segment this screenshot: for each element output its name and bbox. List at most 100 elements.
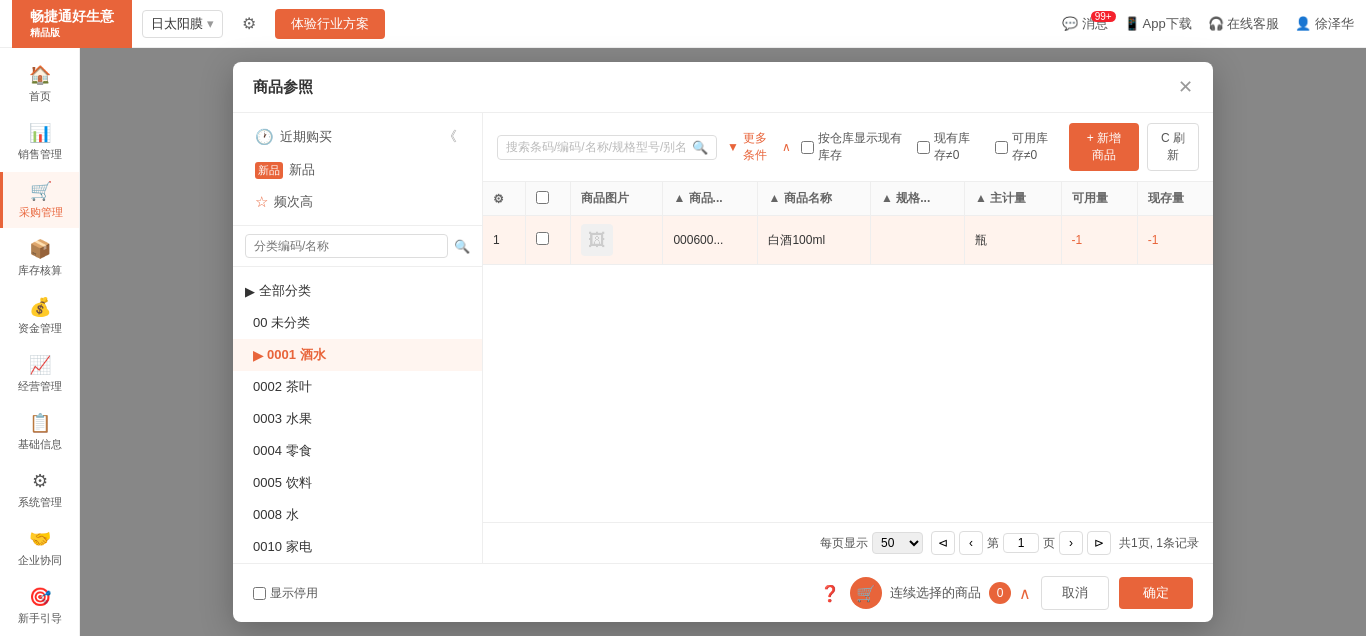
- collapse-icon[interactable]: 《: [440, 127, 460, 147]
- liquor-arrow-icon: ▶: [253, 348, 263, 363]
- category-item-appliance[interactable]: 0010 家电: [233, 531, 482, 563]
- inventory-icon: 📦: [29, 238, 51, 260]
- sidebar-item-inventory[interactable]: 📦 库存核算: [0, 230, 79, 286]
- system-icon: ⚙: [32, 470, 48, 492]
- help-icon[interactable]: ❓: [820, 584, 840, 603]
- home-icon: 🏠: [29, 64, 51, 86]
- more-filters-btn[interactable]: ▼ 更多条件 ∧: [727, 130, 791, 164]
- row-stock: -1: [1137, 216, 1213, 265]
- col-code[interactable]: ▲ 商品...: [663, 182, 758, 216]
- sidebar-item-purchase[interactable]: 🛒 采购管理: [0, 172, 79, 228]
- product-search-icon[interactable]: 🔍: [692, 140, 708, 155]
- confirm-button[interactable]: 确定: [1119, 577, 1193, 609]
- category-all[interactable]: ▶ 全部分类: [233, 275, 482, 307]
- message-badge: 99+: [1091, 11, 1116, 22]
- sidebar-label-enterprise: 企业协同: [18, 553, 62, 568]
- sidebar-item-home[interactable]: 🏠 首页: [0, 56, 79, 112]
- category-item-water[interactable]: 0008 水: [233, 499, 482, 531]
- sidebar-item-finance[interactable]: 💰 资金管理: [0, 288, 79, 344]
- category-item-fruit[interactable]: 0003 水果: [233, 403, 482, 435]
- app-sidebar: 🏠 首页 📊 销售管理 🛒 采购管理 📦 库存核算 💰 资金管理 📈 经营管理 …: [0, 48, 80, 636]
- category-item-drink[interactable]: 0005 饮料: [233, 467, 482, 499]
- cart-icon[interactable]: 🛒: [850, 577, 882, 609]
- col-img: 商品图片: [571, 182, 663, 216]
- product-reference-modal: 商品参照 ✕ 🕐 近期购买 《 新: [233, 62, 1213, 622]
- sidebar-item-guide[interactable]: 🎯 新手引导: [0, 578, 79, 634]
- app-download-nav[interactable]: 📱 App下载: [1124, 15, 1192, 33]
- col-gear[interactable]: ⚙: [483, 182, 525, 216]
- modal-close-button[interactable]: ✕: [1178, 76, 1193, 98]
- online-service-nav[interactable]: 🎧 在线客服: [1208, 15, 1280, 33]
- product-search-input[interactable]: [506, 140, 686, 154]
- checkbox-available-input[interactable]: [995, 141, 1008, 154]
- per-page-label: 每页显示: [820, 535, 868, 552]
- tab-recent-purchase[interactable]: 🕐 近期购买 《: [245, 121, 470, 153]
- sidebar-label-guide: 新手引导: [18, 611, 62, 626]
- col-checkbox[interactable]: [525, 182, 570, 216]
- select-all-checkbox[interactable]: [536, 191, 549, 204]
- sidebar-label-system: 系统管理: [18, 495, 62, 510]
- per-page-select[interactable]: 50 100 200: [872, 532, 923, 554]
- tab-high-frequency[interactable]: ☆ 频次高: [245, 187, 470, 217]
- top-nav: 畅捷通好生意 精品版 日太阳膜 ▾ ⚙ 体验行业方案 💬 消息 99+ 📱 Ap…: [0, 0, 1366, 48]
- tab-new-product[interactable]: 新品 新品: [245, 155, 470, 185]
- sidebar-item-enterprise[interactable]: 🤝 企业协同: [0, 520, 79, 576]
- last-page-btn[interactable]: ⊳: [1087, 531, 1111, 555]
- show-disabled-checkbox[interactable]: [253, 587, 266, 600]
- sidebar-label-sales: 销售管理: [18, 147, 62, 162]
- checkbox-available-nonzero[interactable]: 可用库存≠0: [995, 130, 1059, 164]
- headset-icon: 🎧: [1208, 16, 1224, 31]
- sidebar-label-inventory: 库存核算: [18, 263, 62, 278]
- checkbox-warehouse-input[interactable]: [801, 141, 814, 154]
- main-layout: 🏠 首页 📊 销售管理 🛒 采购管理 📦 库存核算 💰 资金管理 📈 经营管理 …: [0, 48, 1366, 636]
- page-number-input[interactable]: [1003, 533, 1039, 553]
- next-page-btn[interactable]: ›: [1059, 531, 1083, 555]
- category-search-icon[interactable]: 🔍: [454, 239, 470, 254]
- checkbox-available-label: 可用库存≠0: [1012, 130, 1059, 164]
- show-disabled-checkbox-label[interactable]: 显示停用: [253, 585, 318, 602]
- cart-area: 🛒 连续选择的商品 0 ∧: [850, 577, 1031, 609]
- prev-page-btn[interactable]: ‹: [959, 531, 983, 555]
- category-item-snack[interactable]: 0004 零食: [233, 435, 482, 467]
- gear-icon: ⚙: [493, 192, 504, 206]
- sidebar-item-sales[interactable]: 📊 销售管理: [0, 114, 79, 170]
- user-nav[interactable]: 👤 徐泽华: [1295, 15, 1354, 33]
- cancel-button[interactable]: 取消: [1041, 576, 1109, 610]
- checkbox-warehouse[interactable]: 按仓库显示现有库存: [801, 130, 903, 164]
- row-unit: 瓶: [965, 216, 1062, 265]
- collapse-cart-icon[interactable]: ∧: [1019, 584, 1031, 603]
- app-download-icon: 📱: [1124, 16, 1140, 31]
- sidebar-item-system[interactable]: ⚙ 系统管理: [0, 462, 79, 518]
- store-arrow-icon: ▾: [207, 16, 214, 31]
- first-page-btn[interactable]: ⊲: [931, 531, 955, 555]
- category-item-liquor[interactable]: ▶ 0001 酒水: [233, 339, 482, 371]
- checkbox-stock-label: 现有库存≠0: [934, 130, 981, 164]
- col-unit[interactable]: ▲ 主计量: [965, 182, 1062, 216]
- category-item-unclassified[interactable]: 00 未分类: [233, 307, 482, 339]
- show-disabled-label: 显示停用: [270, 585, 318, 602]
- add-product-button[interactable]: + 新增商品: [1069, 123, 1139, 171]
- row-checkbox[interactable]: [536, 232, 549, 245]
- finance-icon: 💰: [29, 296, 51, 318]
- settings-icon[interactable]: ⚙: [233, 8, 265, 40]
- category-search-input[interactable]: [245, 234, 448, 258]
- checkbox-stock-nonzero[interactable]: 现有库存≠0: [917, 130, 981, 164]
- sidebar-item-operation[interactable]: 📈 经营管理: [0, 346, 79, 402]
- table-row[interactable]: 1 🖼 000600... 白酒100ml: [483, 216, 1213, 265]
- refresh-button[interactable]: C 刷新: [1147, 123, 1199, 171]
- modal-header: 商品参照 ✕: [233, 62, 1213, 113]
- sidebar-label-basic: 基础信息: [18, 437, 62, 452]
- modal-backdrop: 商品参照 ✕ 🕐 近期购买 《 新: [80, 48, 1366, 636]
- checkbox-stock-input[interactable]: [917, 141, 930, 154]
- row-name: 白酒100ml: [758, 216, 871, 265]
- store-selector[interactable]: 日太阳膜 ▾: [142, 10, 223, 38]
- trial-button[interactable]: 体验行业方案: [275, 9, 385, 39]
- row-checkbox-cell[interactable]: [525, 216, 570, 265]
- message-nav-item[interactable]: 💬 消息 99+: [1062, 15, 1108, 33]
- category-item-tea[interactable]: 0002 茶叶: [233, 371, 482, 403]
- filter-icon: ▼: [727, 140, 739, 154]
- cart-count-badge: 0: [989, 582, 1011, 604]
- sidebar-item-basic[interactable]: 📋 基础信息: [0, 404, 79, 460]
- col-name[interactable]: ▲ 商品名称: [758, 182, 871, 216]
- col-spec[interactable]: ▲ 规格...: [871, 182, 965, 216]
